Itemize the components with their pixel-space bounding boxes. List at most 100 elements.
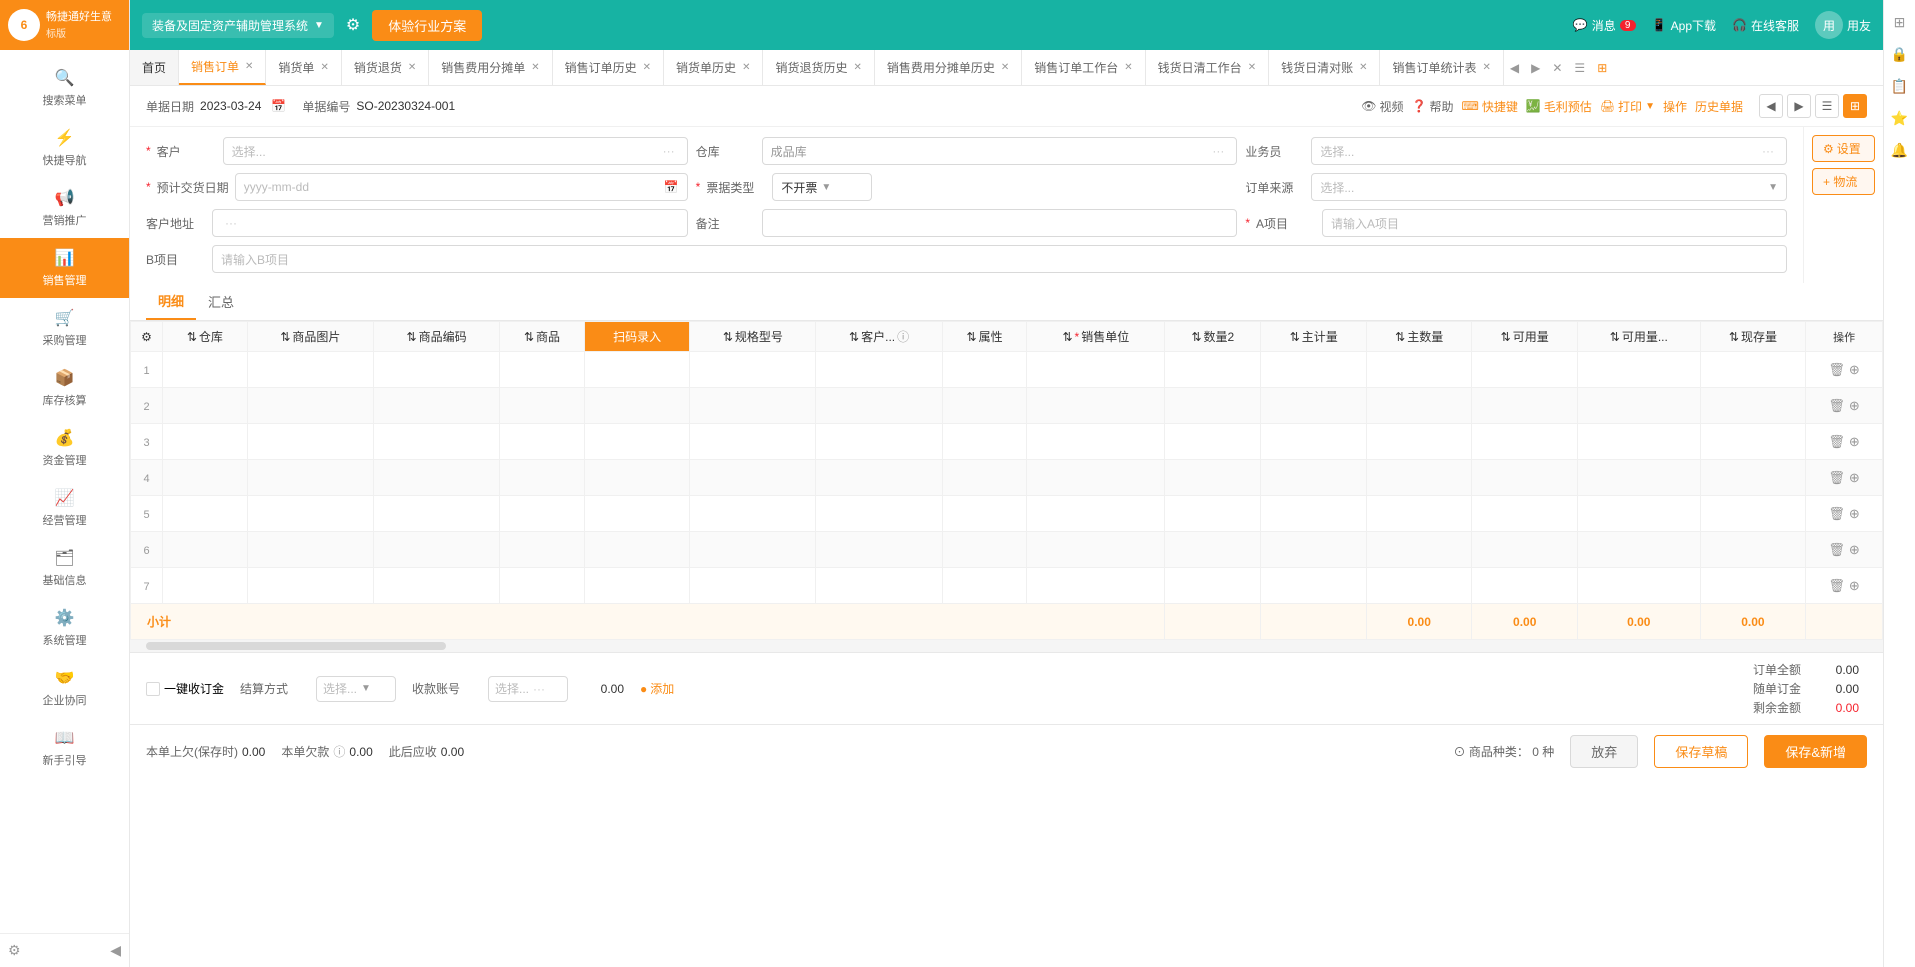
row-image-6[interactable] [247, 532, 373, 568]
th-main-qty[interactable]: ⇅主数量 [1366, 322, 1471, 352]
row-code-6[interactable] [373, 532, 499, 568]
tab-expand-icon[interactable]: ⊞ [1591, 50, 1613, 85]
row-available2-5[interactable] [1577, 496, 1700, 532]
sidebar-item-base[interactable]: 🗂 基础信息 [0, 538, 129, 598]
sidebar-item-corp[interactable]: 🤝 企业协同 [0, 658, 129, 718]
account-input[interactable]: 选择... ··· [488, 676, 568, 702]
row-stock-7[interactable] [1700, 568, 1805, 604]
row-copy-icon-2[interactable]: ⊕ [1849, 398, 1860, 414]
delivery-calendar-icon[interactable]: 📅 [664, 180, 679, 194]
row-ccode-5[interactable] [816, 496, 942, 532]
row-available2-6[interactable] [1577, 532, 1700, 568]
row-stock-6[interactable] [1700, 532, 1805, 568]
row-copy-icon-1[interactable]: ⊕ [1849, 362, 1860, 378]
th-stock[interactable]: ⇅现存量 [1700, 322, 1805, 352]
row-copy-icon-4[interactable]: ⊕ [1849, 470, 1860, 486]
row-goods-7[interactable] [500, 568, 585, 604]
row-mainunit-1[interactable] [1261, 352, 1366, 388]
row-goods-6[interactable] [500, 532, 585, 568]
next-record-btn[interactable]: ▶ [1787, 94, 1811, 118]
tab-sales-order[interactable]: 销售订单 ✕ [179, 50, 266, 85]
system-selector[interactable]: 装备及固定资产辅助管理系统 ▼ [142, 13, 334, 38]
th-scan[interactable]: 扫码录入 [584, 322, 689, 352]
tab-return-history-close[interactable]: ✕ [742, 62, 750, 73]
row-attr-3[interactable] [942, 424, 1027, 460]
deposit-checkbox-label[interactable]: 一键收订金 [146, 680, 224, 697]
tab-sales-return[interactable]: 销货单 ✕ [266, 50, 341, 85]
row-spec-2[interactable] [690, 388, 816, 424]
row-attr-4[interactable] [942, 460, 1027, 496]
row-image-7[interactable] [247, 568, 373, 604]
row-delete-icon-4[interactable]: 🗑 [1828, 470, 1845, 486]
bproject-input[interactable]: 请输入B项目 [212, 245, 1787, 273]
row-goods-3[interactable] [500, 424, 585, 460]
row-copy-icon-7[interactable]: ⊕ [1849, 578, 1860, 594]
row-scan-3[interactable] [584, 424, 689, 460]
row-available-7[interactable] [1472, 568, 1577, 604]
address-input[interactable]: ··· [212, 209, 688, 237]
help-action[interactable]: ❓ 帮助 [1412, 98, 1454, 115]
delivery-input[interactable]: yyyy-mm-dd 📅 [235, 173, 688, 201]
row-spec-4[interactable] [690, 460, 816, 496]
tab-order-history-close[interactable]: ✕ [643, 62, 651, 73]
right-panel-icon-4[interactable]: ⭐ [1886, 104, 1914, 132]
row-attr-7[interactable] [942, 568, 1027, 604]
row-warehouse-5[interactable] [163, 496, 248, 532]
row-attr-1[interactable] [942, 352, 1027, 388]
row-warehouse-2[interactable] [163, 388, 248, 424]
row-attr-2[interactable] [942, 388, 1027, 424]
row-scan-5[interactable] [584, 496, 689, 532]
row-available-1[interactable] [1472, 352, 1577, 388]
row-mainunit-5[interactable] [1261, 496, 1366, 532]
row-unit-6[interactable] [1027, 532, 1165, 568]
customer-dots[interactable]: ··· [659, 144, 679, 158]
row-code-1[interactable] [373, 352, 499, 388]
grid-view-btn[interactable]: ⊞ [1843, 94, 1867, 118]
row-available-2[interactable] [1472, 388, 1577, 424]
row-copy-icon-3[interactable]: ⊕ [1849, 434, 1860, 450]
app-download-item[interactable]: 📱 App下载 [1652, 17, 1716, 34]
row-spec-1[interactable] [690, 352, 816, 388]
row-available2-2[interactable] [1577, 388, 1700, 424]
row-code-7[interactable] [373, 568, 499, 604]
payment-method-select[interactable]: 选择... ▼ [316, 676, 396, 702]
topbar-gear-icon[interactable]: ⚙ [346, 15, 360, 35]
tab-close-all[interactable]: ✕ [1546, 50, 1568, 85]
row-available2-3[interactable] [1577, 424, 1700, 460]
tab-refund-history[interactable]: 销货退货历史 ✕ [763, 50, 874, 85]
row-warehouse-4[interactable] [163, 460, 248, 496]
row-available2-4[interactable] [1577, 460, 1700, 496]
deposit-checkbox[interactable] [146, 682, 160, 696]
sidebar-item-quicknav[interactable]: ⚡ 快捷导航 [0, 118, 129, 178]
row-mainqty-2[interactable] [1366, 388, 1471, 424]
row-scan-7[interactable] [584, 568, 689, 604]
row-code-2[interactable] [373, 388, 499, 424]
row-delete-icon-3[interactable]: 🗑 [1828, 434, 1845, 450]
tab-nav-left[interactable]: ◀ [1504, 50, 1525, 85]
row-scan-4[interactable] [584, 460, 689, 496]
row-available-4[interactable] [1472, 460, 1577, 496]
row-goods-5[interactable] [500, 496, 585, 532]
row-mainunit-6[interactable] [1261, 532, 1366, 568]
row-spec-6[interactable] [690, 532, 816, 568]
right-panel-icon-1[interactable]: ⊞ [1886, 8, 1914, 36]
row-mainqty-3[interactable] [1366, 424, 1471, 460]
th-qty2[interactable]: ⇅数量2 [1165, 322, 1261, 352]
scrollbar-track[interactable] [130, 640, 1883, 652]
th-available[interactable]: ⇅可用量 [1472, 322, 1577, 352]
right-panel-icon-5[interactable]: 🔔 [1886, 136, 1914, 164]
row-image-1[interactable] [247, 352, 373, 388]
row-code-5[interactable] [373, 496, 499, 532]
invoice-select[interactable]: 不开票 ▼ [772, 173, 872, 201]
tab-list-icon[interactable]: ☰ [1568, 50, 1591, 85]
tab-order-history[interactable]: 销售订单历史 ✕ [553, 50, 664, 85]
remark-input[interactable] [762, 209, 1238, 237]
row-ccode-3[interactable] [816, 424, 942, 460]
tab-nav-right[interactable]: ▶ [1525, 50, 1546, 85]
row-unit-1[interactable] [1027, 352, 1165, 388]
th-warehouse[interactable]: ⇅仓库 [163, 322, 248, 352]
row-stock-4[interactable] [1700, 460, 1805, 496]
row-goods-2[interactable] [500, 388, 585, 424]
row-warehouse-3[interactable] [163, 424, 248, 460]
account-dots[interactable]: ··· [529, 682, 549, 696]
